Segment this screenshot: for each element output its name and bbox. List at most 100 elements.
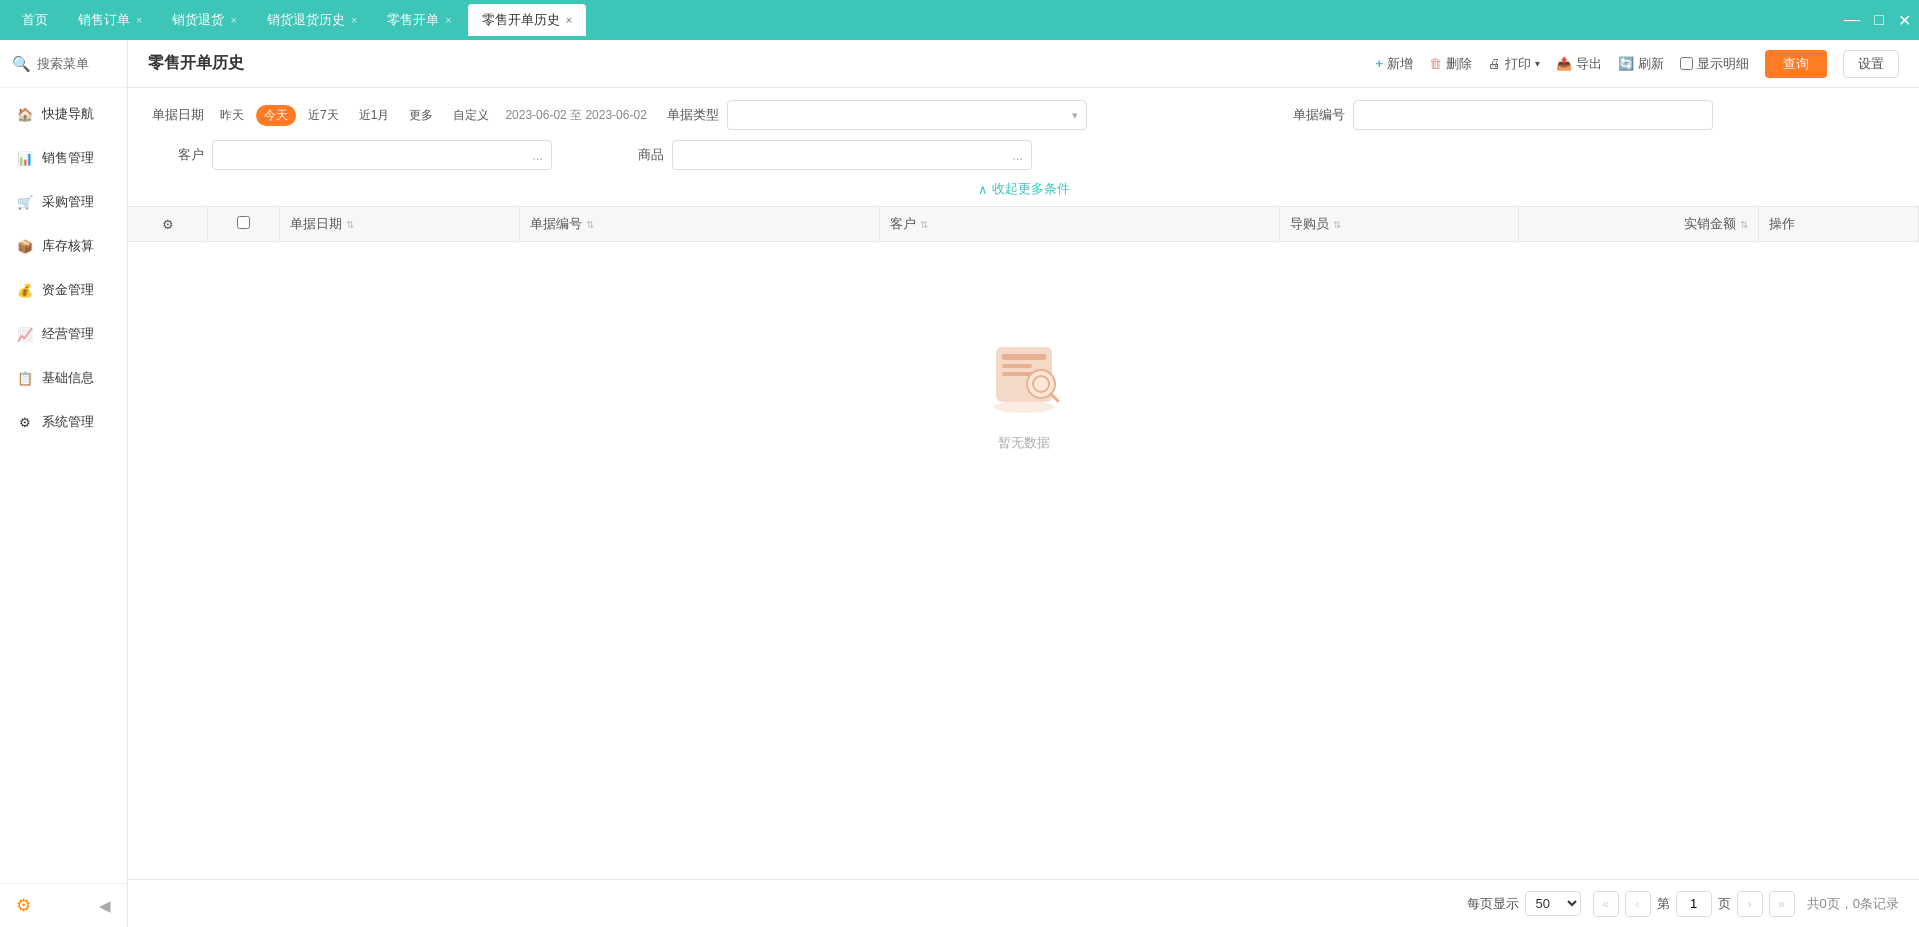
sidebar-menu: 🏠 快捷导航 📊 销售管理 🛒 采购管理 📦 库存核算 💰 资金管理 📈: [0, 88, 127, 883]
add-label: 新增: [1387, 55, 1413, 73]
settings-icon[interactable]: ⚙: [16, 895, 31, 916]
collapse-button[interactable]: ∧ 收起更多条件: [978, 180, 1070, 198]
refresh-icon: 🔄: [1618, 56, 1634, 71]
sidebar-search[interactable]: 🔍 搜索菜单: [0, 40, 127, 88]
goods-filter-label: 商品: [608, 146, 664, 164]
sidebar-item-label-basic-info: 基础信息: [42, 369, 94, 387]
svg-point-0: [994, 401, 1054, 413]
show-detail-toggle[interactable]: 显示明细: [1680, 55, 1749, 73]
per-page-label: 每页显示: [1467, 895, 1519, 913]
close-btn[interactable]: ✕: [1898, 11, 1911, 30]
tab-retail-history-close[interactable]: ×: [566, 14, 572, 26]
sidebar-item-operation[interactable]: 📈 经营管理: [0, 312, 127, 356]
date-opt-7days[interactable]: 近7天: [300, 105, 347, 126]
maximize-btn[interactable]: □: [1874, 11, 1884, 29]
setting-button[interactable]: 设置: [1843, 50, 1899, 78]
tab-retail-order-label: 零售开单: [387, 11, 439, 29]
show-detail-label-text: 显示明细: [1697, 55, 1749, 73]
first-page-button[interactable]: «: [1593, 891, 1619, 917]
sidebar-item-finance[interactable]: 💰 资金管理: [0, 268, 127, 312]
date-opt-1month[interactable]: 近1月: [351, 105, 398, 126]
per-page-select[interactable]: 10 20 50 100: [1525, 891, 1581, 916]
export-label: 导出: [1576, 55, 1602, 73]
sidebar-item-inventory[interactable]: 📦 库存核算: [0, 224, 127, 268]
next-page-button[interactable]: ›: [1737, 891, 1763, 917]
minimize-btn[interactable]: —: [1844, 11, 1860, 29]
sidebar-item-basic-info[interactable]: 📋 基础信息: [0, 356, 127, 400]
tab-home[interactable]: 首页: [8, 4, 62, 36]
tab-retail-order[interactable]: 零售开单 ×: [373, 4, 465, 36]
refresh-button[interactable]: 🔄 刷新: [1618, 55, 1664, 73]
tab-sales-order[interactable]: 销售订单 ×: [64, 4, 156, 36]
tab-sales-return-label: 销货退货: [172, 11, 224, 29]
customer-filter-select[interactable]: ...: [212, 140, 552, 170]
table-area: ⚙ 单据日期 ⇅ 单据编号: [128, 207, 1919, 879]
page-number-input[interactable]: [1676, 891, 1712, 917]
trash-icon: 🗑: [1429, 56, 1442, 71]
sort-icon-date[interactable]: ⇅: [346, 219, 354, 230]
tab-return-history-close[interactable]: ×: [351, 14, 357, 26]
sidebar-item-quick-nav[interactable]: 🏠 快捷导航: [0, 92, 127, 136]
type-filter-field: 单据类型 ▾: [663, 100, 1273, 130]
print-button[interactable]: 🖨 打印 ▾: [1488, 55, 1540, 73]
collapse-icon[interactable]: ◀: [99, 897, 111, 915]
sort-icon-salesperson[interactable]: ⇅: [1333, 219, 1341, 230]
tab-bar: 首页 销售订单 × 销货退货 × 销货退货历史 × 零售开单 × 零售开单历史 …: [8, 4, 1844, 36]
goods-ellipsis: ...: [1012, 148, 1023, 163]
number-filter-input[interactable]: [1353, 100, 1713, 130]
select-all-checkbox[interactable]: [237, 216, 250, 229]
col-operation: 操作: [1759, 207, 1919, 242]
page-nav: « ‹ 第 页 › »: [1593, 891, 1795, 917]
col-settings[interactable]: ⚙: [128, 207, 208, 242]
sidebar-item-purchase-mgmt[interactable]: 🛒 采购管理: [0, 180, 127, 224]
content-area: 零售开单历史 + 新增 🗑 删除 🖨 打印 ▾ 📤 导出: [128, 40, 1919, 927]
tab-return-history[interactable]: 销货退货历史 ×: [253, 4, 371, 36]
date-opt-yesterday[interactable]: 昨天: [212, 105, 252, 126]
col-salesperson-label: 导购员: [1290, 215, 1329, 233]
tab-sales-order-close[interactable]: ×: [136, 14, 142, 26]
query-button[interactable]: 查询: [1765, 50, 1827, 78]
sort-icon-customer[interactable]: ⇅: [920, 219, 928, 230]
svg-rect-2: [1002, 354, 1046, 360]
bar-icon: 📈: [16, 325, 34, 343]
delete-button[interactable]: 🗑 删除: [1429, 55, 1472, 73]
page-label: 第: [1657, 895, 1670, 913]
tab-home-label: 首页: [22, 11, 48, 29]
print-icon: 🖨: [1488, 56, 1501, 71]
tab-retail-order-close[interactable]: ×: [445, 14, 451, 26]
cart-icon: 🛒: [16, 193, 34, 211]
table-header-row: ⚙ 单据日期 ⇅ 单据编号: [128, 207, 1919, 242]
tab-sales-return[interactable]: 销货退货 ×: [158, 4, 250, 36]
tab-retail-history[interactable]: 零售开单历史 ×: [468, 4, 586, 36]
sort-icon-amount[interactable]: ⇅: [1740, 219, 1748, 230]
date-opt-custom[interactable]: 自定义: [445, 105, 497, 126]
col-checkbox[interactable]: [208, 207, 280, 242]
refresh-label: 刷新: [1638, 55, 1664, 73]
page-actions: + 新增 🗑 删除 🖨 打印 ▾ 📤 导出 🔄: [1375, 50, 1899, 78]
last-page-button[interactable]: »: [1769, 891, 1795, 917]
date-opt-today[interactable]: 今天: [256, 105, 296, 126]
number-filter-label: 单据编号: [1289, 106, 1345, 124]
sidebar-item-sys-mgmt[interactable]: ⚙ 系统管理: [0, 400, 127, 444]
prev-page-button[interactable]: ‹: [1625, 891, 1651, 917]
sidebar: 🔍 搜索菜单 🏠 快捷导航 📊 销售管理 🛒 采购管理 📦 库存核算 💰: [0, 40, 128, 927]
goods-filter-select[interactable]: ...: [672, 140, 1032, 170]
col-number: 单据编号 ⇅: [520, 207, 880, 242]
svg-rect-3: [1002, 364, 1032, 368]
page-total: 共0页，0条记录: [1807, 895, 1899, 913]
tab-sales-return-close[interactable]: ×: [230, 14, 236, 26]
goods-filter-field: 商品 ...: [608, 140, 1899, 170]
col-amount-label: 实销金额: [1684, 215, 1736, 233]
date-opt-more[interactable]: 更多: [401, 105, 441, 126]
add-button[interactable]: + 新增: [1375, 55, 1413, 73]
export-button[interactable]: 📤 导出: [1556, 55, 1602, 73]
svg-line-7: [1051, 394, 1058, 401]
gear-icon: ⚙: [16, 413, 34, 431]
collapse-row: ∧ 收起更多条件: [148, 180, 1899, 198]
type-filter-select[interactable]: ▾: [727, 100, 1087, 130]
show-detail-checkbox[interactable]: [1680, 57, 1693, 70]
sort-icon-number[interactable]: ⇅: [586, 219, 594, 230]
print-dropdown-icon: ▾: [1535, 58, 1540, 69]
settings-col-icon[interactable]: ⚙: [162, 217, 174, 232]
sidebar-item-sales-mgmt[interactable]: 📊 销售管理: [0, 136, 127, 180]
